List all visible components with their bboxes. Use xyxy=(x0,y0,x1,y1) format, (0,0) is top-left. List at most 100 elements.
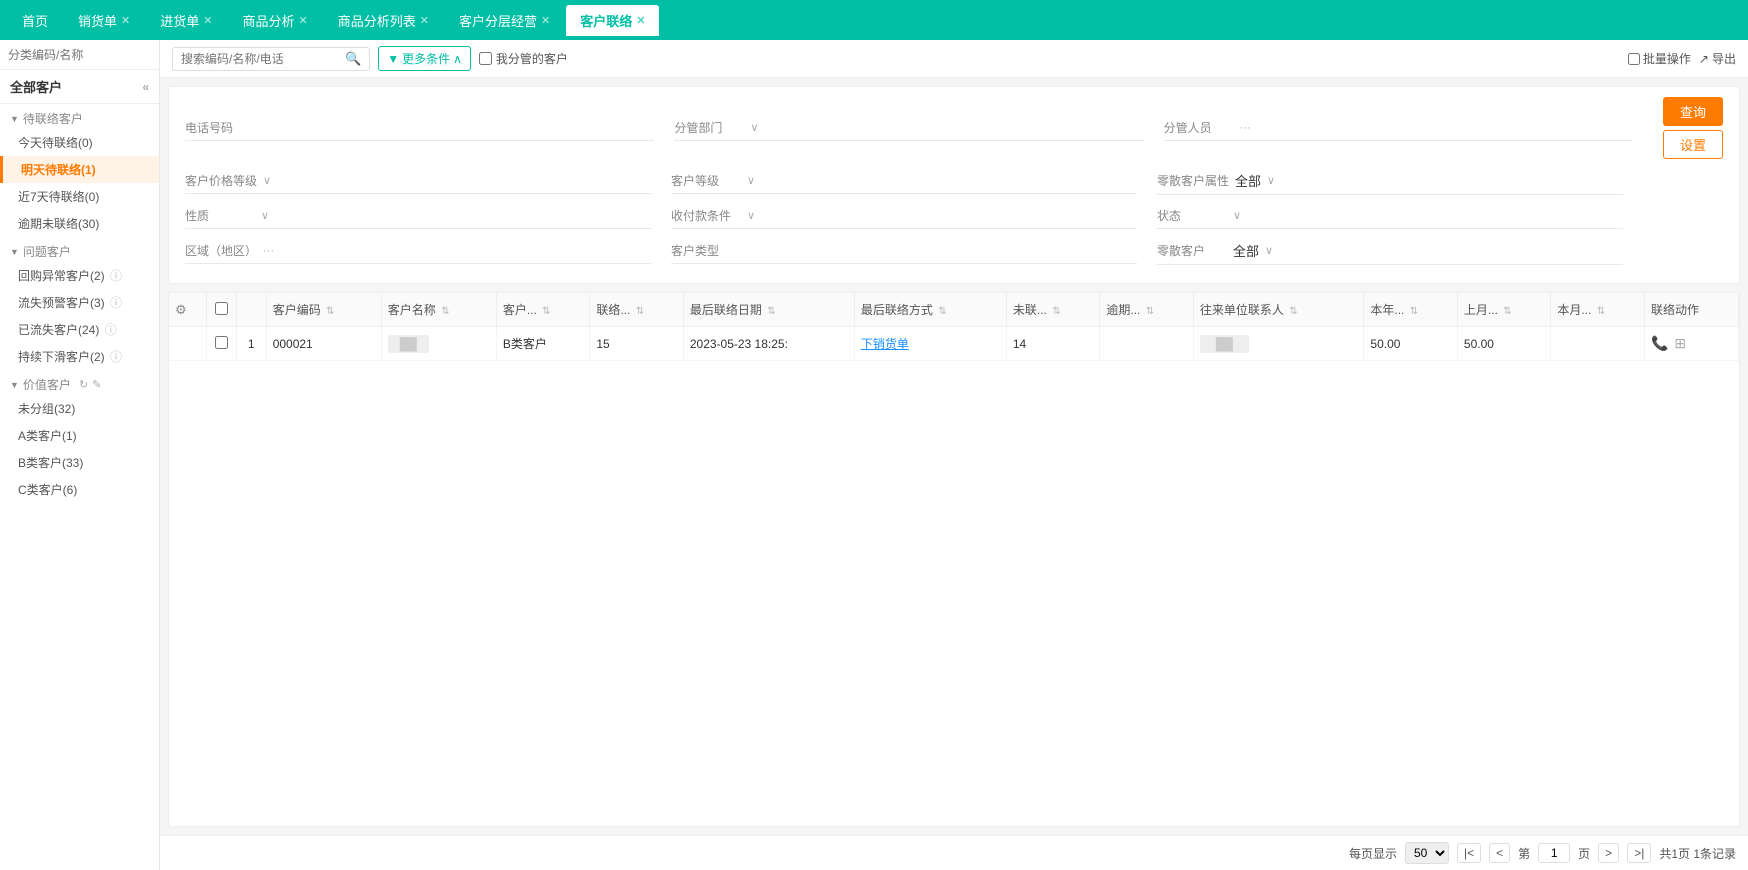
close-analysis-icon[interactable]: ✕ xyxy=(299,14,308,27)
close-customer-contact-icon[interactable]: ✕ xyxy=(636,14,645,27)
th-settings: ⚙ xyxy=(169,293,206,327)
dept-dropdown-arrow[interactable]: ∨ xyxy=(750,121,758,134)
th-checkbox xyxy=(206,293,236,327)
filter-label-retail-attr: 零散客户属性 xyxy=(1157,172,1229,189)
td-contacts: ██ xyxy=(1193,327,1363,361)
filter-phone-input[interactable] xyxy=(261,121,654,135)
close-customer-segment-icon[interactable]: ✕ xyxy=(541,14,550,27)
region-more-btn[interactable]: ··· xyxy=(263,245,274,257)
sort-contact-icon[interactable]: ⇅ xyxy=(636,306,644,317)
value-refresh-icon[interactable]: ↻ xyxy=(79,378,88,391)
sidebar-item-repurchase-abnormal[interactable]: 回购异常客户(2) ⓘ xyxy=(0,262,159,289)
info-icon-lost: ⓘ xyxy=(105,323,117,337)
td-last-contact-method[interactable]: 下销货单 xyxy=(854,327,1006,361)
filter-icon: ▼ xyxy=(387,52,399,66)
qr-action-icon[interactable]: ⊞ xyxy=(1674,335,1686,352)
filter-label-region: 区域（地区） xyxy=(185,242,257,259)
payment-dropdown[interactable]: ∨ xyxy=(747,209,755,222)
filter-label-customer-type: 客户类型 xyxy=(671,242,741,259)
close-sales-icon[interactable]: ✕ xyxy=(121,14,130,27)
sidebar-item-class-b[interactable]: B类客户(33) xyxy=(0,449,159,476)
sidebar-item-lost[interactable]: 已流失客户(24) ⓘ xyxy=(0,316,159,343)
sidebar-group-value: 价值客户 ↻ ✎ xyxy=(0,370,159,395)
first-page-btn[interactable]: |< xyxy=(1457,843,1481,863)
toolbar: 🔍 ▼ 更多条件 ∧ 我分管的客户 批量操作 ↗ 导出 xyxy=(160,40,1748,78)
sidebar-item-class-a[interactable]: A类客户(1) xyxy=(0,422,159,449)
toolbar-right: 批量操作 ↗ 导出 xyxy=(1628,50,1736,67)
sort-date-icon[interactable]: ⇅ xyxy=(767,306,775,317)
price-level-dropdown[interactable]: ∨ xyxy=(263,174,271,187)
sidebar-collapse-btn[interactable]: « xyxy=(142,80,149,94)
nav-item-analysis[interactable]: 商品分析 ✕ xyxy=(228,5,321,36)
close-analysis-list-icon[interactable]: ✕ xyxy=(420,14,429,27)
status-dropdown[interactable]: ∨ xyxy=(1233,209,1241,222)
sort-type-icon[interactable]: ⇅ xyxy=(542,306,550,317)
nav-item-customer-contact[interactable]: 客户联络 ✕ xyxy=(566,5,659,36)
sidebar-item-ungrouped[interactable]: 未分组(32) xyxy=(0,395,159,422)
my-customers-checkbox-area[interactable]: 我分管的客户 xyxy=(479,50,568,67)
sort-overdue-icon[interactable]: ⇅ xyxy=(1146,306,1154,317)
sidebar-item-week7[interactable]: 近7天待联络(0) xyxy=(0,183,159,210)
prev-page-btn[interactable]: < xyxy=(1489,843,1510,863)
filter-label-status: 状态 xyxy=(1157,207,1227,224)
sidebar-item-class-c[interactable]: C类客户(6) xyxy=(0,476,159,503)
sort-method-icon[interactable]: ⇅ xyxy=(938,306,946,317)
search-input[interactable] xyxy=(181,52,341,66)
td-overdue xyxy=(1100,327,1194,361)
sidebar-item-declining[interactable]: 持续下滑客户(2) ⓘ xyxy=(0,343,159,370)
row-checkbox[interactable] xyxy=(215,336,228,349)
sidebar-item-overdue[interactable]: 逾期未联络(30) xyxy=(0,210,159,237)
nature-dropdown[interactable]: ∨ xyxy=(261,209,269,222)
sort-last-month-icon[interactable]: ⇅ xyxy=(1503,306,1511,317)
sort-not-contacted-icon[interactable]: ⇅ xyxy=(1052,306,1060,317)
select-all-checkbox[interactable] xyxy=(215,302,228,315)
bulk-checkbox[interactable] xyxy=(1628,53,1640,65)
customer-level-dropdown[interactable]: ∨ xyxy=(747,174,755,187)
filter-customer-type-input[interactable] xyxy=(747,244,1137,258)
sort-this-month-icon[interactable]: ⇅ xyxy=(1597,306,1605,317)
my-customers-checkbox[interactable] xyxy=(479,52,492,65)
nav-item-sales[interactable]: 销货单 ✕ xyxy=(64,5,144,36)
pagination: 每页显示 50 |< < 第 页 > >| 共1页 1条记录 xyxy=(160,835,1748,870)
per-page-select[interactable]: 50 xyxy=(1405,842,1449,864)
table-row: 1 000021 ██ B类客户 15 2023-05-23 18:25: 下销… xyxy=(169,327,1739,361)
sort-contacts-icon[interactable]: ⇅ xyxy=(1289,306,1297,317)
nav-item-analysis-list[interactable]: 商品分析列表 ✕ xyxy=(324,5,443,36)
export-btn[interactable]: ↗ 导出 xyxy=(1699,50,1736,67)
last-page-btn[interactable]: >| xyxy=(1627,843,1651,863)
sort-name-icon[interactable]: ⇅ xyxy=(441,306,449,317)
close-purchase-icon[interactable]: ✕ xyxy=(203,14,212,27)
filter-cell-customer-type: 客户类型 xyxy=(671,238,1137,264)
nav-item-purchase[interactable]: 进货单 ✕ xyxy=(146,5,226,36)
sidebar-item-tomorrow[interactable]: 明天待联络(1) xyxy=(0,156,159,183)
query-btn[interactable]: 查询 xyxy=(1663,97,1723,126)
sidebar-item-today[interactable]: 今天待联络(0) xyxy=(0,129,159,156)
value-edit-icon[interactable]: ✎ xyxy=(92,378,101,391)
filter-label-customer-level: 客户等级 xyxy=(671,172,741,189)
bulk-action-btn[interactable]: 批量操作 xyxy=(1628,50,1691,67)
retail-attr-value: 全部 xyxy=(1235,171,1261,190)
sort-this-year-icon[interactable]: ⇅ xyxy=(1410,306,1418,317)
sidebar-group-pending: 待联络客户 xyxy=(0,104,159,129)
td-action: 📞 ⊞ xyxy=(1644,327,1738,361)
sort-code-icon[interactable]: ⇅ xyxy=(326,306,334,317)
sidebar-item-lost-risk[interactable]: 流失预警客户(3) ⓘ xyxy=(0,289,159,316)
page-input[interactable] xyxy=(1538,843,1570,863)
td-customer-type: B类客户 xyxy=(496,327,590,361)
phone-action-icon[interactable]: 📞 xyxy=(1651,335,1668,352)
next-page-btn[interactable]: > xyxy=(1598,843,1619,863)
nav-item-customer-segment[interactable]: 客户分层经营 ✕ xyxy=(445,5,564,36)
last-contact-method-link[interactable]: 下销货单 xyxy=(861,337,909,351)
settings-btn[interactable]: 设置 xyxy=(1663,130,1723,159)
td-checkbox xyxy=(206,327,236,361)
sidebar-search-input[interactable] xyxy=(8,48,160,62)
retail-dropdown[interactable]: ∨ xyxy=(1265,244,1273,257)
customers-table: ⚙ 客户编码 ⇅ 客户名称 ⇅ xyxy=(169,293,1739,361)
search-icon[interactable]: 🔍 xyxy=(345,51,361,67)
retail-attr-dropdown[interactable]: ∨ xyxy=(1267,174,1275,187)
table-gear-icon[interactable]: ⚙ xyxy=(175,302,187,317)
nav-item-home[interactable]: 首页 xyxy=(8,5,62,36)
filter-row-1: 电话号码 分管部门 ∨ 分管人员 ··· 查询 设置 xyxy=(185,97,1723,159)
filter-more-btn[interactable]: ▼ 更多条件 ∧ xyxy=(378,46,471,71)
person-more-btn[interactable]: ··· xyxy=(1240,122,1251,134)
